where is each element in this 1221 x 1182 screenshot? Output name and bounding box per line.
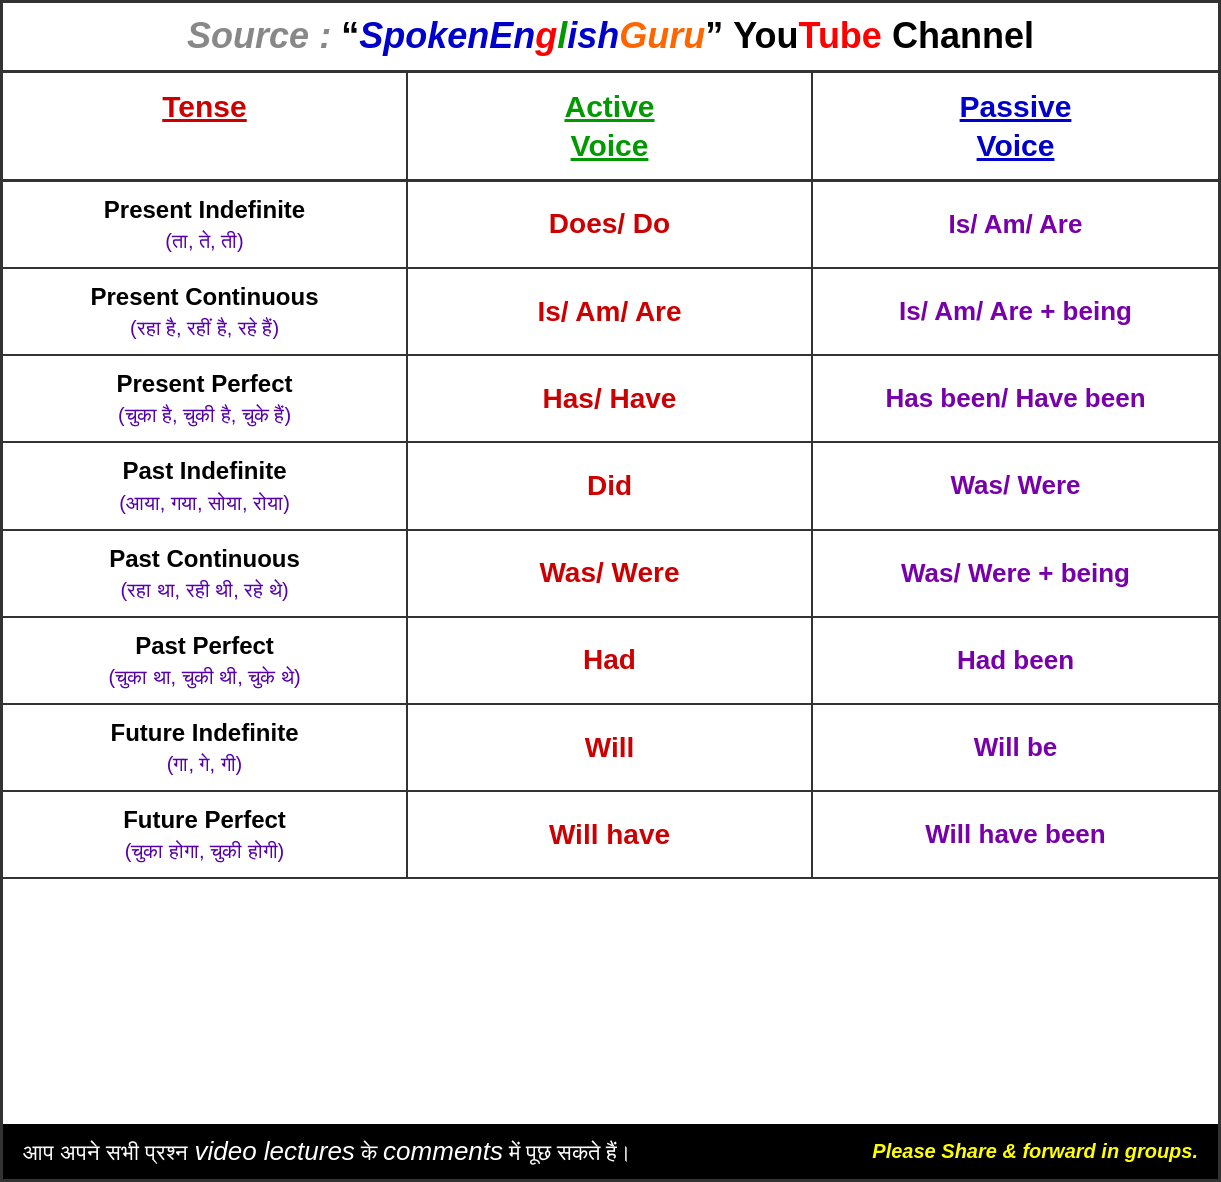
channel-text: Channel [882,15,1034,56]
cell-passive-5: Had been [813,618,1218,703]
tense-hindi-6: (गा, गे, गी) [167,750,243,778]
col-header-tense: Tense [3,73,408,179]
header: Source : “SpokenEnglishGuru” YouTube Cha… [3,3,1218,73]
tense-name-7: Future Perfect [123,804,286,835]
passive-line2: Voice [977,129,1055,162]
cell-tense-0: Present Indefinite (ता, ते, ती) [3,182,408,267]
video-lectures-span: video lectures [194,1136,354,1166]
cell-active-4: Was/ Were [408,531,813,616]
active-value-7: Will have [549,819,670,851]
tense-label: Tense [162,90,246,123]
guru-text: Guru [619,15,705,56]
cell-passive-3: Was/ Were [813,443,1218,528]
active-value-6: Will [585,732,635,764]
table-row: Present Perfect (चुका है, चुकी है, चुके … [3,356,1218,443]
passive-value-6: Will be [974,732,1058,763]
passive-value-5: Had been [957,645,1074,676]
tense-hindi-2: (चुका है, चुकी है, चुके हैं) [118,401,291,429]
footer-share-text: Please Share & forward in groups. [872,1140,1198,1163]
tense-hindi-1: (रहा है, रहीं है, रहे हैं) [130,314,279,342]
table-row: Present Indefinite (ता, ते, ती) Does/ Do… [3,182,1218,269]
cell-active-2: Has/ Have [408,356,813,441]
table-row: Past Continuous (रहा था, रही थी, रहे थे)… [3,531,1218,618]
source-label: Source [187,15,309,56]
cell-passive-7: Will have been [813,792,1218,877]
cell-tense-5: Past Perfect (चुका था, चुकी थी, चुके थे) [3,618,408,703]
col-header-passive: Passive Voice [813,73,1218,179]
passive-value-0: Is/ Am/ Are [949,209,1083,240]
active-value-3: Did [587,470,632,502]
footer: आप अपने सभी प्रश्न video lectures के com… [3,1124,1218,1179]
cell-passive-0: Is/ Am/ Are [813,182,1218,267]
passive-value-4: Was/ Were + being [901,558,1130,589]
passive-value-1: Is/ Am/ Are + being [899,296,1132,327]
tense-hindi-0: (ता, ते, ती) [165,227,244,255]
passive-value-2: Has been/ Have been [885,383,1145,414]
open-quote: “ [341,15,359,56]
tense-hindi-3: (आया, गया, सोया, रोया) [119,489,290,517]
cell-passive-6: Will be [813,705,1218,790]
active-line2: Voice [571,129,649,162]
cell-passive-1: Is/ Am/ Are + being [813,269,1218,354]
table-row: Past Perfect (चुका था, चुकी थी, चुके थे)… [3,618,1218,705]
tense-name-5: Past Perfect [135,630,274,661]
passive-line1: Passive [960,90,1072,123]
header-colon: : [319,15,341,56]
active-value-2: Has/ Have [543,383,677,415]
active-value-4: Was/ Were [539,557,679,589]
cell-tense-7: Future Perfect (चुका होगा, चुकी होगी) [3,792,408,877]
active-line1: Active [564,90,654,123]
cell-active-1: Is/ Am/ Are [408,269,813,354]
cell-passive-4: Was/ Were + being [813,531,1218,616]
tense-name-0: Present Indefinite [104,194,305,225]
cell-passive-2: Has been/ Have been [813,356,1218,441]
active-value-5: Had [583,644,636,676]
active-value-0: Does/ Do [549,208,670,240]
passive-value-7: Will have been [925,819,1105,850]
main-table: Tense Active Voice Passive Voice Present… [3,73,1218,1124]
cell-active-3: Did [408,443,813,528]
cell-active-7: Will have [408,792,813,877]
cell-tense-6: Future Indefinite (गा, गे, गी) [3,705,408,790]
footer-hindi-text: आप अपने सभी प्रश्न video lectures के com… [23,1136,632,1167]
tense-name-6: Future Indefinite [111,717,299,748]
youtube-you: You [733,15,798,56]
cell-tense-2: Present Perfect (चुका है, चुकी है, चुके … [3,356,408,441]
cell-active-5: Had [408,618,813,703]
tense-name-3: Past Indefinite [122,455,286,486]
youtube-tube: Tube [799,15,882,56]
tense-hindi-7: (चुका होगा, चुकी होगी) [125,837,285,865]
english-en: En [489,15,535,56]
spoken-text: Spoken [359,15,489,56]
cell-tense-4: Past Continuous (रहा था, रही थी, रहे थे) [3,531,408,616]
tense-name-2: Present Perfect [116,368,292,399]
table-row: Past Indefinite (आया, गया, सोया, रोया) D… [3,443,1218,530]
comments-span: comments [383,1136,503,1166]
close-quote: ” [705,15,723,56]
table-row: Present Continuous (रहा है, रहीं है, रहे… [3,269,1218,356]
table-header-row: Tense Active Voice Passive Voice [3,73,1218,182]
table-row: Future Perfect (चुका होगा, चुकी होगी) Wi… [3,792,1218,879]
passive-value-3: Was/ Were [950,470,1080,501]
table-row: Future Indefinite (गा, गे, गी) Will Will… [3,705,1218,792]
tense-name-1: Present Continuous [90,281,318,312]
english-l: l [557,15,567,56]
cell-active-6: Will [408,705,813,790]
cell-active-0: Does/ Do [408,182,813,267]
tense-name-4: Past Continuous [109,543,300,574]
english-ish: ish [567,15,619,56]
active-value-1: Is/ Am/ Are [537,296,681,328]
cell-tense-3: Past Indefinite (आया, गया, सोया, रोया) [3,443,408,528]
col-header-active: Active Voice [408,73,813,179]
tense-hindi-4: (रहा था, रही थी, रहे थे) [120,576,288,604]
english-g: g [535,15,557,56]
page-wrapper: Source : “SpokenEnglishGuru” YouTube Cha… [0,0,1221,1182]
cell-tense-1: Present Continuous (रहा है, रहीं है, रहे… [3,269,408,354]
tense-hindi-5: (चुका था, चुकी थी, चुके थे) [108,663,300,691]
